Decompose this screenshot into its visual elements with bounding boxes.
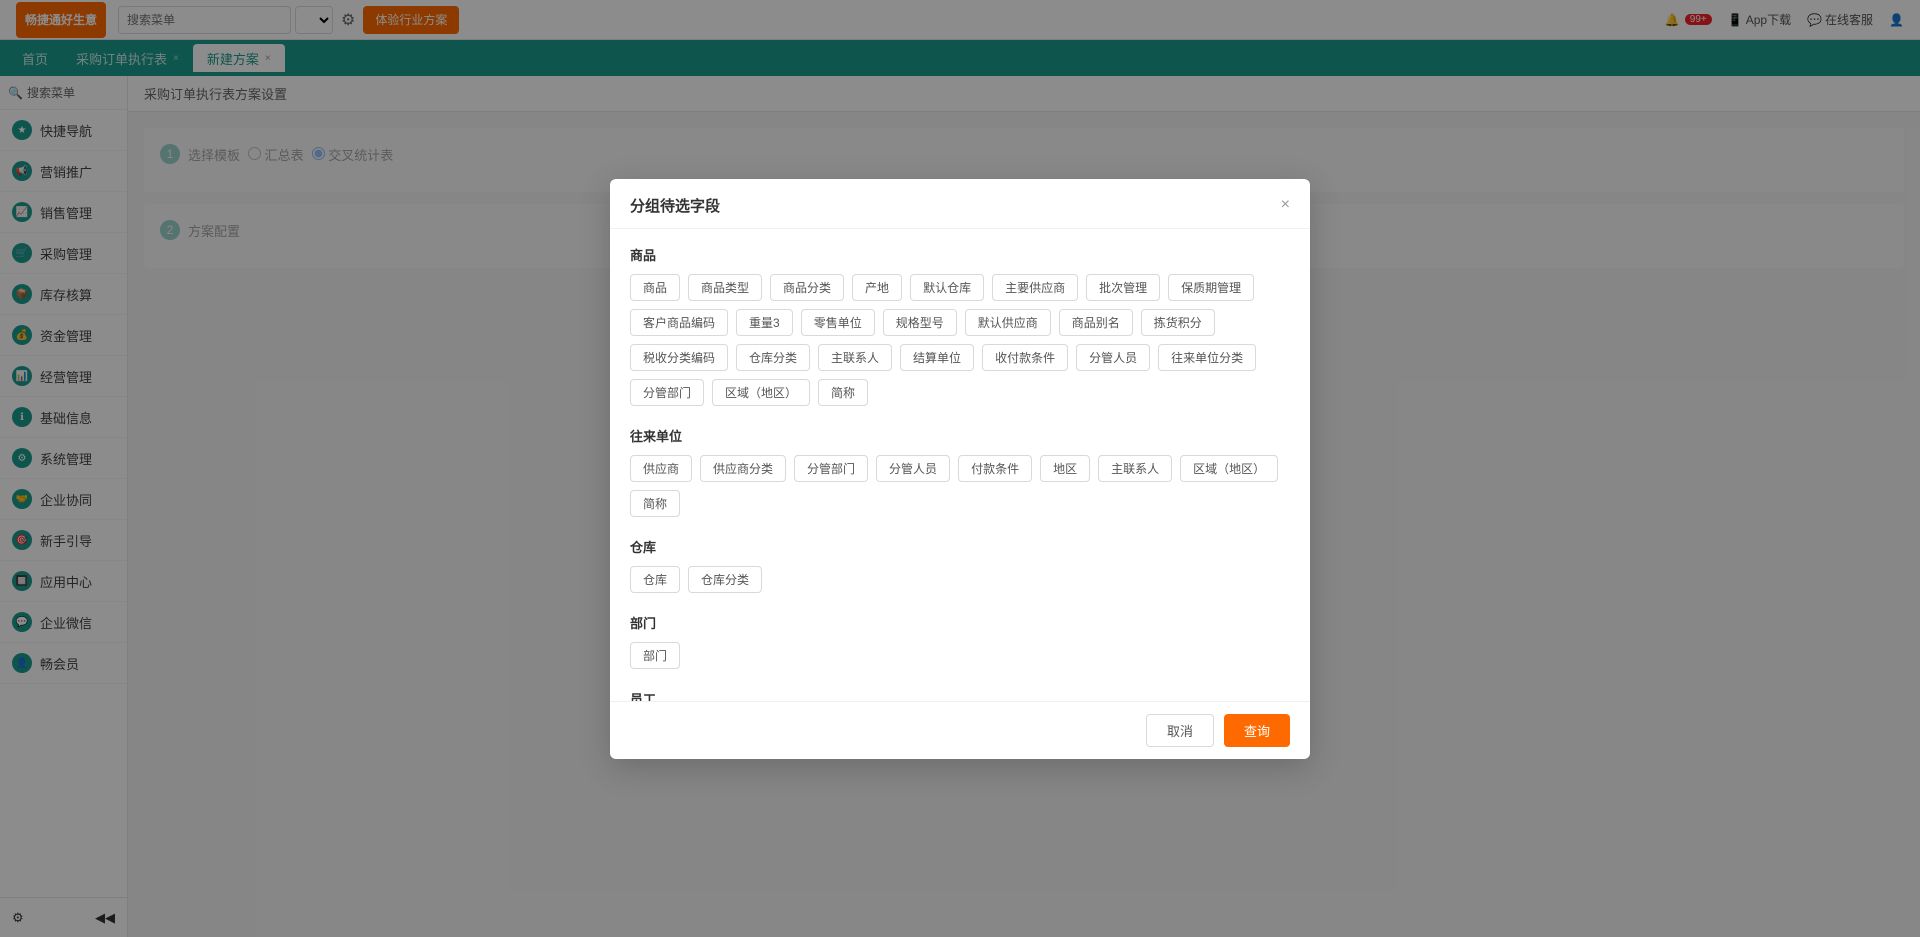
field-tag[interactable]: 分管部门 (794, 455, 868, 482)
section-warehouse: 仓库仓库仓库分类 (630, 537, 1290, 593)
confirm-button[interactable]: 查询 (1224, 714, 1290, 747)
field-tag[interactable]: 主联系人 (1098, 455, 1172, 482)
field-tag[interactable]: 商品别名 (1059, 309, 1133, 336)
modal-header: 分组待选字段 × (610, 179, 1310, 229)
modal-title: 分组待选字段 (630, 195, 720, 216)
section-title-partners: 往来单位 (630, 426, 1290, 445)
section-goods: 商品商品商品类型商品分类产地默认仓库主要供应商批次管理保质期管理客户商品编码重量… (630, 245, 1290, 406)
field-tag[interactable]: 主要供应商 (992, 274, 1078, 301)
field-tag[interactable]: 税收分类编码 (630, 344, 728, 371)
field-tag[interactable]: 区域（地区） (712, 379, 810, 406)
field-tag[interactable]: 付款条件 (958, 455, 1032, 482)
field-tag[interactable]: 客户商品编码 (630, 309, 728, 336)
field-tag[interactable]: 默认供应商 (965, 309, 1051, 336)
section-partners: 往来单位供应商供应商分类分管部门分管人员付款条件地区主联系人区域（地区） 简称 (630, 426, 1290, 517)
cancel-button[interactable]: 取消 (1146, 714, 1214, 747)
section-title-goods: 商品 (630, 245, 1290, 264)
modal-close-button[interactable]: × (1281, 197, 1290, 213)
field-tag[interactable]: 简称 (630, 490, 680, 517)
field-tag[interactable]: 收付款条件 (982, 344, 1068, 371)
section-title-employee: 员工 (630, 689, 1290, 701)
field-tag[interactable]: 地区 (1040, 455, 1090, 482)
field-tag[interactable]: 重量3 (736, 309, 793, 336)
field-tag[interactable]: 往来单位分类 (1158, 344, 1256, 371)
modal-body: 商品商品商品类型商品分类产地默认仓库主要供应商批次管理保质期管理客户商品编码重量… (610, 229, 1310, 701)
field-select-modal: 分组待选字段 × 商品商品商品类型商品分类产地默认仓库主要供应商批次管理保质期管… (610, 179, 1310, 759)
field-tag[interactable]: 批次管理 (1086, 274, 1160, 301)
field-tag[interactable]: 分管部门 (630, 379, 704, 406)
field-tag[interactable]: 保质期管理 (1168, 274, 1254, 301)
field-tag[interactable]: 主联系人 (818, 344, 892, 371)
field-tag[interactable]: 仓库分类 (736, 344, 810, 371)
field-tag[interactable]: 仓库分类 (688, 566, 762, 593)
section-title-department: 部门 (630, 613, 1290, 632)
field-tag[interactable]: 分管人员 (1076, 344, 1150, 371)
field-tag[interactable]: 分管人员 (876, 455, 950, 482)
field-tag[interactable]: 商品分类 (770, 274, 844, 301)
field-tag[interactable]: 简称 (818, 379, 868, 406)
field-tag[interactable]: 商品 (630, 274, 680, 301)
field-tag[interactable]: 供应商 (630, 455, 692, 482)
section-title-warehouse: 仓库 (630, 537, 1290, 556)
field-tag[interactable]: 产地 (852, 274, 902, 301)
modal-footer: 取消 查询 (610, 701, 1310, 759)
field-tag[interactable]: 结算单位 (900, 344, 974, 371)
field-tag[interactable]: 供应商分类 (700, 455, 786, 482)
field-tags-partners: 供应商供应商分类分管部门分管人员付款条件地区主联系人区域（地区） 简称 (630, 455, 1290, 517)
field-tag[interactable]: 区域（地区） (1180, 455, 1278, 482)
field-tags-department: 部门 (630, 642, 1290, 669)
section-employee: 员工业务员 (630, 689, 1290, 701)
field-tag[interactable]: 商品类型 (688, 274, 762, 301)
field-tag[interactable]: 零售单位 (801, 309, 875, 336)
field-tag[interactable]: 默认仓库 (910, 274, 984, 301)
field-tags-goods: 商品商品类型商品分类产地默认仓库主要供应商批次管理保质期管理客户商品编码重量3 零… (630, 274, 1290, 406)
field-tags-warehouse: 仓库仓库分类 (630, 566, 1290, 593)
field-tag[interactable]: 规格型号 (883, 309, 957, 336)
section-department: 部门部门 (630, 613, 1290, 669)
field-tag[interactable]: 仓库 (630, 566, 680, 593)
field-tag[interactable]: 部门 (630, 642, 680, 669)
field-tag[interactable]: 拣货积分 (1141, 309, 1215, 336)
modal-overlay: 分组待选字段 × 商品商品商品类型商品分类产地默认仓库主要供应商批次管理保质期管… (0, 0, 1920, 937)
